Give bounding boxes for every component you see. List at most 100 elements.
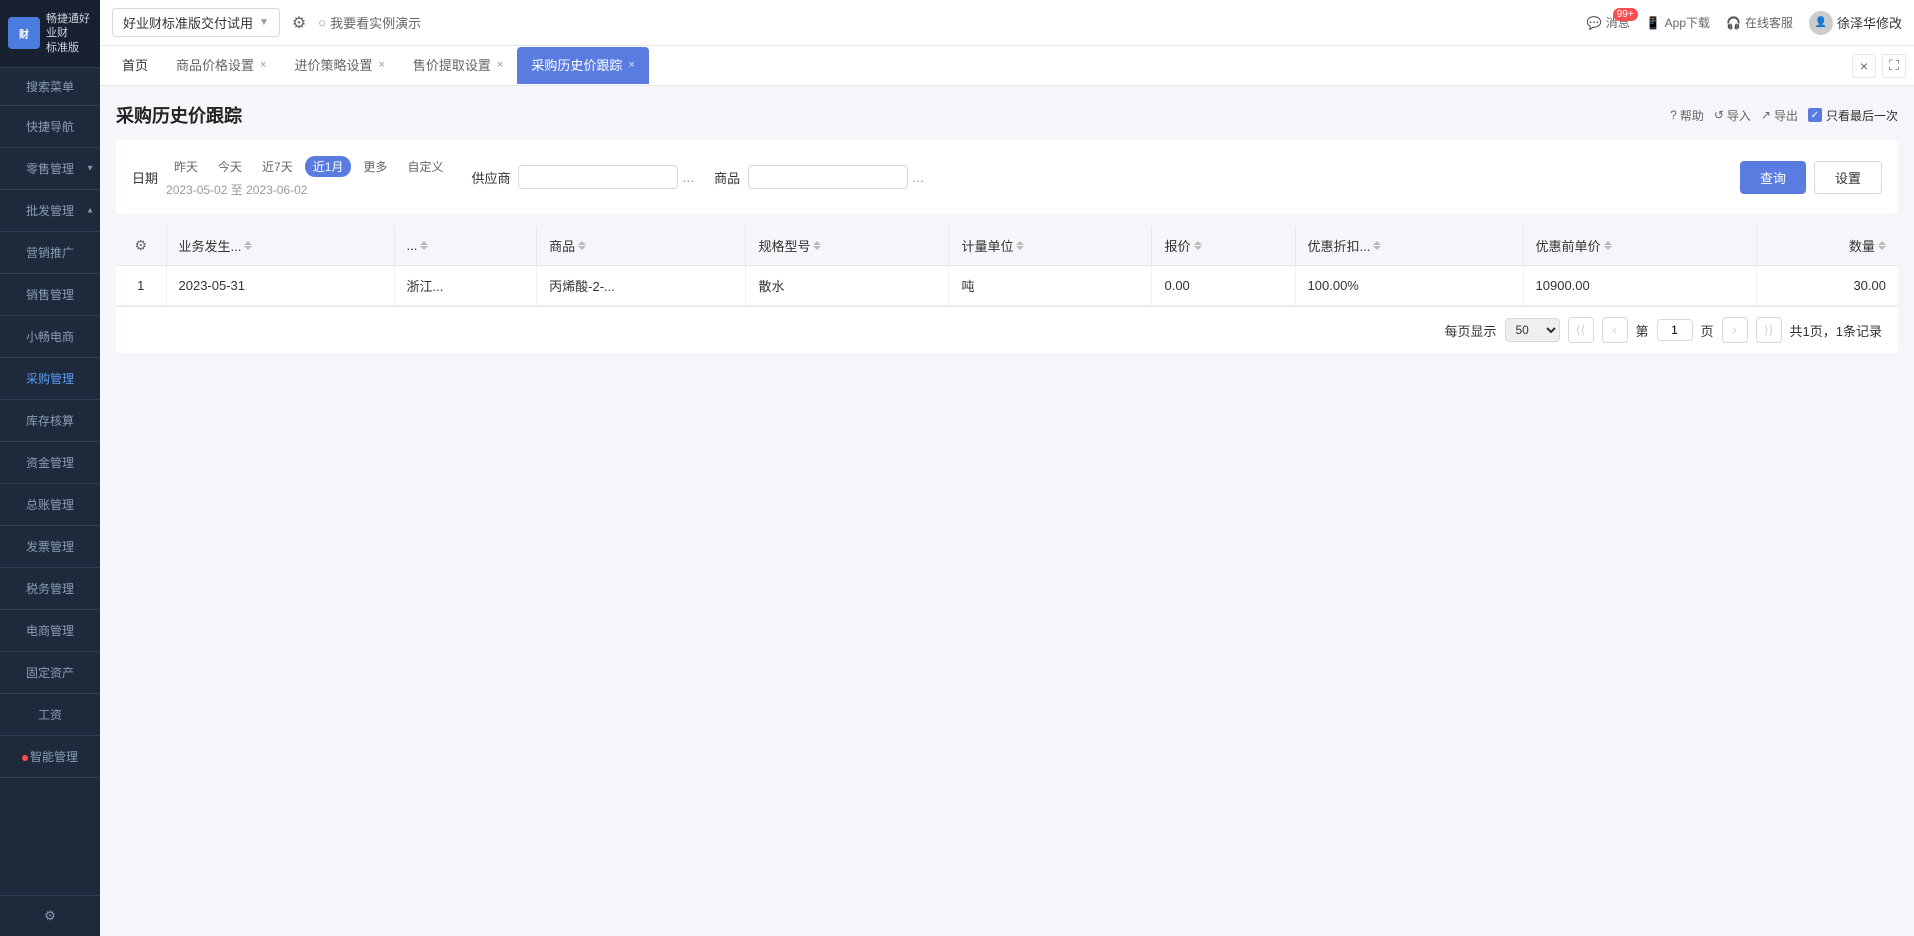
sort-discount-icon xyxy=(1373,241,1381,250)
supplier-more-icon[interactable]: ... xyxy=(682,169,694,185)
supplier-input[interactable] xyxy=(518,165,678,189)
sidebar-item-quicknav[interactable]: 快捷导航 xyxy=(0,106,100,148)
th-quantity: 数量 xyxy=(1756,226,1898,266)
cell-product: 丙烯酸-2-... xyxy=(537,266,746,306)
sidebar-item-ecom[interactable]: 小畅电商 xyxy=(0,316,100,358)
next-page-button[interactable]: › xyxy=(1722,317,1748,343)
online-service-button[interactable]: 🎧 在线客服 xyxy=(1726,14,1793,31)
tab-home[interactable]: 首页 xyxy=(108,47,162,84)
sort-quoted-price[interactable]: 报价 xyxy=(1164,236,1201,255)
table-row[interactable]: 1 2023-05-31 浙江... 丙烯酸-2-... 散水 吨 0.00 1… xyxy=(116,266,1898,306)
date-option-more[interactable]: 更多 xyxy=(355,156,395,177)
export-button[interactable]: ↗ 导出 xyxy=(1761,107,1798,124)
th-unit: 计量单位 xyxy=(949,226,1152,266)
sort-discount[interactable]: 优惠折扣... xyxy=(1308,236,1382,255)
sidebar-item-wholesale[interactable]: 批发管理 xyxy=(0,190,100,232)
sidebar-item-retail[interactable]: 零售管理 xyxy=(0,148,100,190)
sort-spec[interactable]: 规格型号 xyxy=(758,236,821,255)
th-quoted-price: 报价 xyxy=(1152,226,1295,266)
first-page-button[interactable]: ⟨⟨ xyxy=(1568,317,1594,343)
last-page-button[interactable]: ⟩⟩ xyxy=(1756,317,1782,343)
sidebar-item-capital[interactable]: 资金管理 xyxy=(0,442,100,484)
sort-quantity[interactable]: 数量 xyxy=(1849,236,1886,255)
table-body: 1 2023-05-31 浙江... 丙烯酸-2-... 散水 吨 0.00 1… xyxy=(116,266,1898,306)
tab-close-sale-price[interactable]: × xyxy=(497,59,503,71)
tab-close-all-button[interactable]: × xyxy=(1852,54,1876,78)
product-more-icon[interactable]: ... xyxy=(912,169,924,185)
sidebar-item-ledger[interactable]: 总账管理 xyxy=(0,484,100,526)
tab-close-product-price[interactable]: × xyxy=(260,59,266,71)
version-arrow-icon: ▼ xyxy=(259,17,269,28)
cell-pre-discount-price: 10900.00 xyxy=(1523,266,1756,306)
page-number-input[interactable] xyxy=(1657,319,1693,341)
gear-icon[interactable]: ⚙ xyxy=(134,237,147,253)
import-button[interactable]: ↺ 导入 xyxy=(1714,107,1751,124)
filter-product: 商品 ... xyxy=(714,165,924,189)
version-label: 好业财标准版交付试用 xyxy=(123,13,253,32)
page-actions: ? 帮助 ↺ 导入 ↗ 导出 只看最后一次 xyxy=(1670,107,1898,124)
query-button[interactable]: 查询 xyxy=(1740,161,1806,194)
demo-button[interactable]: ○ 我要看实例演示 xyxy=(318,13,421,32)
sort-pre-discount-price[interactable]: 优惠前单价 xyxy=(1536,236,1612,255)
messages-button[interactable]: 💬 消息 99+ xyxy=(1587,14,1630,31)
sort-product-icon xyxy=(578,241,586,250)
sidebar-item-tax[interactable]: 税务管理 xyxy=(0,568,100,610)
date-option-today[interactable]: 今天 xyxy=(210,156,250,177)
tab-product-price[interactable]: 商品价格设置 × xyxy=(162,47,280,84)
sidebar-item-ecommerce[interactable]: 电商管理 xyxy=(0,610,100,652)
th-gear[interactable]: ⚙ xyxy=(116,226,166,266)
th-extra: ... xyxy=(394,226,537,266)
sidebar-item-purchase[interactable]: 采购管理 xyxy=(0,358,100,400)
supplier-label: 供应商 xyxy=(471,168,510,187)
sidebar-item-salary[interactable]: 工资 xyxy=(0,694,100,736)
settings-button[interactable]: 设置 xyxy=(1814,161,1882,194)
sidebar-item-search[interactable]: 搜索菜单 xyxy=(0,68,100,106)
only-last-checkbox[interactable] xyxy=(1808,108,1822,122)
help-button[interactable]: ? 帮助 xyxy=(1670,107,1704,124)
date-option-custom[interactable]: 自定义 xyxy=(399,156,451,177)
tab-sale-price[interactable]: 售价提取设置 × xyxy=(399,47,517,84)
tab-purchase-strategy[interactable]: 进价策略设置 × xyxy=(280,47,398,84)
tab-close-purchase-strategy[interactable]: × xyxy=(378,59,384,71)
only-last-checkbox-label[interactable]: 只看最后一次 xyxy=(1808,107,1898,124)
product-label: 商品 xyxy=(714,168,740,187)
settings-icon[interactable]: ⚙ xyxy=(292,13,306,33)
logo-text: 畅捷通好业财 标准版 xyxy=(46,12,92,55)
sidebar-settings-icon[interactable]: ⚙ xyxy=(0,895,100,936)
user-name: 徐泽华修改 xyxy=(1837,13,1902,32)
sort-pre-discount-price-icon xyxy=(1604,241,1612,250)
th-discount: 优惠折扣... xyxy=(1295,226,1523,266)
message-icon: 💬 xyxy=(1587,16,1602,30)
sidebar-item-invoice[interactable]: 发票管理 xyxy=(0,526,100,568)
app-download-button[interactable]: 📱 App下载 xyxy=(1646,14,1710,31)
sort-extra[interactable]: ... xyxy=(407,238,429,253)
date-option-yesterday[interactable]: 昨天 xyxy=(166,156,206,177)
sort-extra-icon xyxy=(420,241,428,250)
sidebar-item-marketing[interactable]: 营销推广 xyxy=(0,232,100,274)
page-label: 第 xyxy=(1636,321,1649,340)
user-menu[interactable]: 👤 徐泽华修改 xyxy=(1809,11,1902,35)
cell-quoted-price: 0.00 xyxy=(1152,266,1295,306)
sidebar-item-ai[interactable]: 智能管理 xyxy=(0,736,100,778)
sidebar-item-assets[interactable]: 固定资产 xyxy=(0,652,100,694)
sidebar-item-sales[interactable]: 销售管理 xyxy=(0,274,100,316)
product-input[interactable] xyxy=(748,165,908,189)
cell-discount: 100.00% xyxy=(1295,266,1523,306)
date-label: 日期 xyxy=(132,168,158,187)
sort-date[interactable]: 业务发生... xyxy=(179,236,253,255)
sidebar: 财 畅捷通好业财 标准版 搜索菜单 快捷导航 零售管理 批发管理 营销推广 销售… xyxy=(0,0,100,936)
date-option-1month[interactable]: 近1月 xyxy=(305,156,352,177)
tab-close-purchase-history[interactable]: × xyxy=(628,59,634,71)
per-page-select[interactable]: 50 100 200 xyxy=(1505,318,1560,342)
tab-purchase-history[interactable]: 采购历史价跟踪 × xyxy=(517,47,648,84)
version-selector[interactable]: 好业财标准版交付试用 ▼ xyxy=(112,8,280,37)
sidebar-item-inventory[interactable]: 库存核算 xyxy=(0,400,100,442)
export-icon: ↗ xyxy=(1761,108,1771,122)
page-title: 采购历史价跟踪 xyxy=(116,102,242,128)
tab-fullscreen-button[interactable]: ⛶ xyxy=(1882,54,1906,78)
prev-page-button[interactable]: ‹ xyxy=(1602,317,1628,343)
sort-product[interactable]: 商品 xyxy=(549,236,586,255)
cell-quantity: 30.00 xyxy=(1756,266,1898,306)
sort-unit[interactable]: 计量单位 xyxy=(961,236,1024,255)
date-option-7days[interactable]: 近7天 xyxy=(254,156,301,177)
